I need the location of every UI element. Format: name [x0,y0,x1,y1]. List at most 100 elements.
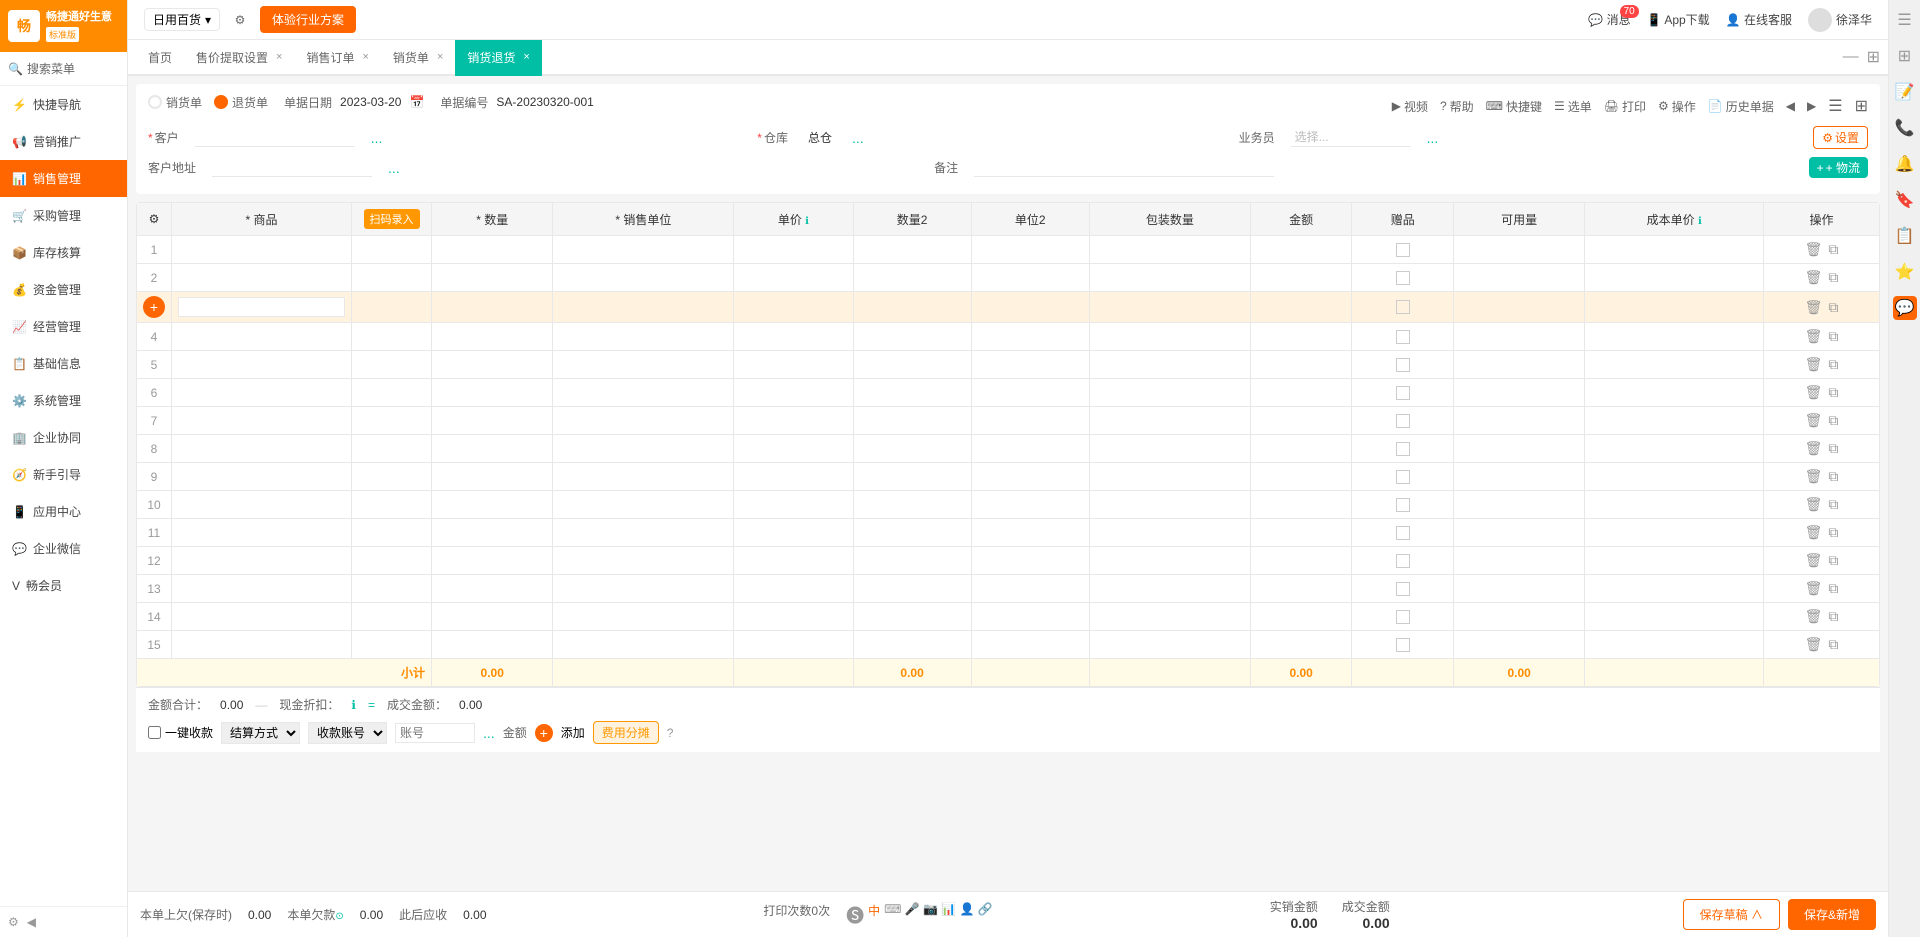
unit-cell-9[interactable] [553,463,734,491]
amount-cell-13[interactable] [1250,575,1352,603]
price-cell-8[interactable] [734,435,853,463]
qty2-cell-3[interactable] [853,292,971,323]
pkg-qty-cell-1[interactable] [1089,236,1250,264]
unit-cell-6[interactable] [553,379,734,407]
unit-cell-12[interactable] [553,547,734,575]
unit-cell-3[interactable] [553,292,734,323]
col-settings[interactable]: ⚙ [137,203,172,236]
pkg-qty-cell-3[interactable] [1089,292,1250,323]
gift-checkbox-13[interactable] [1396,582,1410,596]
product-cell-3[interactable] [172,292,352,323]
customer-ellipsis[interactable]: ... [371,130,383,146]
unit-cell-4[interactable] [553,323,734,351]
price-cell-9[interactable] [734,463,853,491]
delete-icon-14[interactable]: 🗑 [1805,608,1823,625]
operate-btn[interactable]: ⚙ 操作 [1658,98,1696,115]
copy-icon-3[interactable]: ⧉ [1828,299,1838,316]
gift-cell-9[interactable] [1352,463,1454,491]
equals-sign[interactable]: = [368,698,375,712]
cost-price-cell-2[interactable] [1585,264,1764,292]
qty-cell-2[interactable] [432,264,553,292]
qty-cell-13[interactable] [432,575,553,603]
add-row-button[interactable]: + [143,296,165,318]
amount-cell-7[interactable] [1250,407,1352,435]
cost-price-cell-8[interactable] [1585,435,1764,463]
amount-cell-5[interactable] [1250,351,1352,379]
gift-cell-13[interactable] [1352,575,1454,603]
cost-price-cell-11[interactable] [1585,519,1764,547]
payment-checkbox[interactable] [148,726,161,739]
sidebar-item-finance[interactable]: 💰 资金管理 [0,271,127,308]
sidebar-item-guide[interactable]: 🧭 新手引导 [0,456,127,493]
settings-icon-btn[interactable]: ⚙ [228,8,252,32]
sidebar-item-app-center[interactable]: 📱 应用中心 [0,493,127,530]
select-btn[interactable]: ☰ 选单 [1554,98,1592,115]
price-cell-4[interactable] [734,323,853,351]
pkg-qty-cell-5[interactable] [1089,351,1250,379]
address-input[interactable] [212,158,372,177]
save-new-button[interactable]: 保存&新增 [1788,899,1876,930]
pkg-qty-cell-2[interactable] [1089,264,1250,292]
qty2-cell-14[interactable] [853,603,971,631]
delete-icon-10[interactable]: 🗑 [1805,496,1823,513]
cost-price-cell-12[interactable] [1585,547,1764,575]
amount-cell-1[interactable] [1250,236,1352,264]
account-ellipsis[interactable]: ... [483,725,495,741]
gift-checkbox-7[interactable] [1396,414,1410,428]
sidebar-item-wechat[interactable]: 💬 企业微信 [0,530,127,567]
unit2-cell-4[interactable] [971,323,1089,351]
unit-cell-13[interactable] [553,575,734,603]
right-icon-6[interactable]: 🔖 [1893,188,1917,212]
sidebar-item-enterprise[interactable]: 🏢 企业协同 [0,419,127,456]
delete-icon-9[interactable]: 🗑 [1805,468,1823,485]
pkg-qty-cell-13[interactable] [1089,575,1250,603]
unit-cell-2[interactable] [553,264,734,292]
product-cell-13[interactable] [172,575,352,603]
delete-icon-1[interactable]: 🗑 [1805,241,1823,258]
copy-icon-10[interactable]: ⧉ [1828,496,1838,513]
unit2-cell-11[interactable] [971,519,1089,547]
qty2-cell-11[interactable] [853,519,971,547]
qty-cell-11[interactable] [432,519,553,547]
sidebar-item-sales-mgmt[interactable]: 📊 销售管理 [0,160,127,197]
gift-cell-11[interactable] [1352,519,1454,547]
available-cell-9[interactable] [1454,463,1585,491]
unit2-cell-6[interactable] [971,379,1089,407]
gift-cell-12[interactable] [1352,547,1454,575]
unit2-cell-7[interactable] [971,407,1089,435]
cost-price-cell-7[interactable] [1585,407,1764,435]
gift-checkbox-3[interactable] [1396,300,1410,314]
gift-checkbox-2[interactable] [1396,271,1410,285]
product-cell-11[interactable] [172,519,352,547]
unit-cell-10[interactable] [553,491,734,519]
cost-price-cell-4[interactable] [1585,323,1764,351]
account-select[interactable]: 收款账号 [308,722,387,744]
product-cell-2[interactable] [172,264,352,292]
qty-cell-4[interactable] [432,323,553,351]
qty-cell-14[interactable] [432,603,553,631]
pkg-qty-cell-10[interactable] [1089,491,1250,519]
nav-next-icon[interactable]: ▶ [1807,99,1816,113]
delete-icon-11[interactable]: 🗑 [1805,524,1823,541]
qty2-cell-2[interactable] [853,264,971,292]
pkg-qty-cell-4[interactable] [1089,323,1250,351]
right-icon-4[interactable]: 📞 [1893,116,1917,140]
settings-button[interactable]: ⚙ 设置 [1813,126,1868,149]
available-cell-12[interactable] [1454,547,1585,575]
available-cell-2[interactable] [1454,264,1585,292]
pkg-qty-cell-6[interactable] [1089,379,1250,407]
delete-icon-7[interactable]: 🗑 [1805,412,1823,429]
fee-split-button[interactable]: 费用分摊 [593,721,659,744]
sidebar-item-vip[interactable]: V 畅会员 [0,567,127,604]
qty-cell-15[interactable] [432,631,553,659]
price-cell-5[interactable] [734,351,853,379]
pkg-qty-cell-9[interactable] [1089,463,1250,491]
search-menu[interactable]: 🔍 搜索菜单 [0,52,127,86]
amount-cell-3[interactable] [1250,292,1352,323]
cost-price-cell-13[interactable] [1585,575,1764,603]
qty-cell-5[interactable] [432,351,553,379]
calc-method-select[interactable]: 结算方式 [221,722,300,744]
copy-icon-11[interactable]: ⧉ [1828,524,1838,541]
product-input-3[interactable] [178,297,345,317]
qty2-cell-13[interactable] [853,575,971,603]
